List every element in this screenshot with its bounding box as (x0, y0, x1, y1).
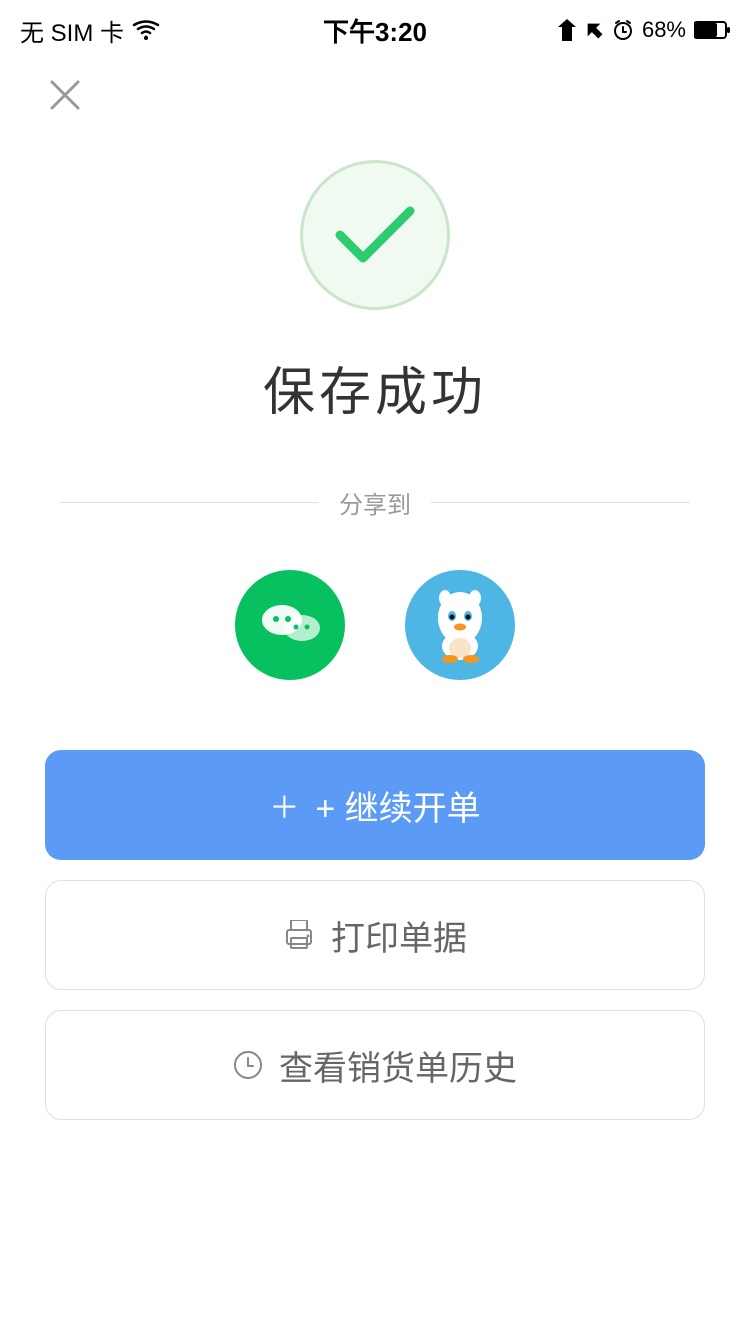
wifi-icon (132, 19, 160, 41)
share-buttons-container (235, 570, 515, 680)
location-arrow-icon (584, 20, 604, 40)
wechat-icon (258, 598, 323, 653)
close-button[interactable] (40, 70, 90, 120)
divider-line-right (431, 502, 690, 503)
battery-icon (694, 20, 730, 40)
qq-icon (428, 588, 493, 663)
status-left: 无 SIM 卡 (20, 13, 160, 48)
print-button[interactable]: 打印单据 (45, 880, 705, 990)
share-label: 分享到 (319, 485, 431, 520)
checkmark-icon (335, 205, 415, 265)
success-icon-container (300, 160, 450, 310)
close-icon (48, 78, 82, 112)
status-bar: 无 SIM 卡 下午3:20 68% (0, 0, 750, 60)
location-icon (558, 19, 576, 41)
battery-percent: 68% (642, 17, 686, 43)
history-label: 查看销货单历史 (279, 1041, 517, 1090)
qq-share-button[interactable] (405, 570, 515, 680)
sim-status: 无 SIM 卡 (20, 13, 124, 48)
printer-icon (283, 920, 315, 950)
wechat-share-button[interactable] (235, 570, 345, 680)
print-label: 打印单据 (331, 911, 467, 960)
continue-button[interactable]: ＋ + 继续开单 (45, 750, 705, 860)
success-text: 保存成功 (263, 350, 487, 425)
clock-icon (233, 1050, 263, 1080)
status-time: 下午3:20 (323, 12, 427, 49)
share-divider: 分享到 (0, 485, 750, 520)
divider-line-left (60, 502, 319, 503)
alarm-icon (612, 19, 634, 41)
history-button[interactable]: 查看销货单历史 (45, 1010, 705, 1120)
status-right: 68% (558, 17, 730, 43)
plus-icon: ＋ (269, 783, 299, 827)
action-buttons: ＋ + 继续开单 打印单据 (45, 750, 705, 1120)
main-content: 保存成功 分享到 (0, 60, 750, 1120)
continue-label: + 继续开单 (315, 781, 480, 830)
